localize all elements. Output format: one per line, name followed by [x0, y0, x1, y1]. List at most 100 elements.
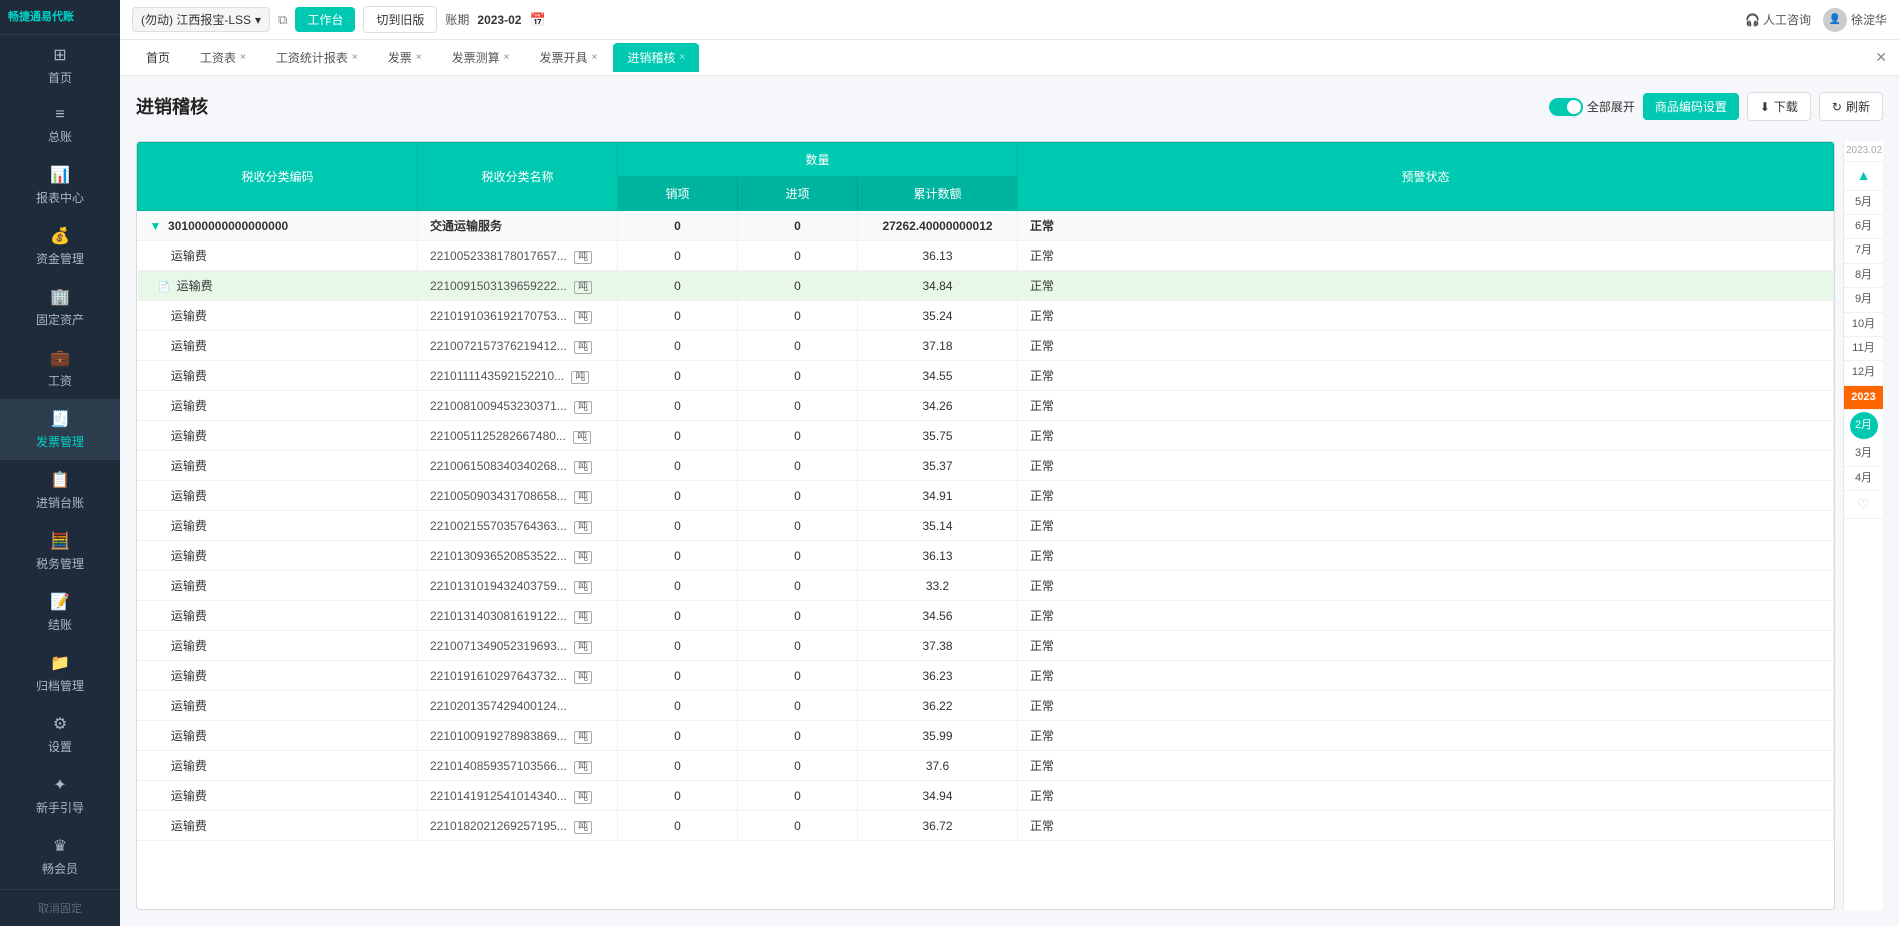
item-status: 正常 [1018, 541, 1834, 571]
sidebar-item-member[interactable]: ♛ 畅会员 [0, 826, 120, 887]
table-row: 运输费 2210071349052319693... 吨 0 0 37.38 正… [138, 631, 1834, 661]
tab-invoice-calc-close[interactable]: × [504, 52, 510, 63]
item-name: 运输费 [138, 391, 418, 421]
item-tag: 吨 [574, 761, 592, 774]
item-code: 2210140859357103566... 吨 [418, 751, 618, 781]
item-purchase: 0 [738, 481, 858, 511]
tab-invoice-open[interactable]: 发票开具 × [525, 43, 611, 72]
table-row: 运输费 2210052338178017657... 吨 0 0 36.13 正… [138, 241, 1834, 271]
item-purchase: 0 [738, 601, 858, 631]
item-code: 2210141912541014340... 吨 [418, 781, 618, 811]
tab-invoice-open-close[interactable]: × [591, 52, 597, 63]
item-code: 2210201357429400124... [418, 691, 618, 721]
item-cumulative: 37.6 [858, 751, 1018, 781]
item-sales: 0 [618, 301, 738, 331]
sidebar-item-payroll[interactable]: 💼 工资 [0, 338, 120, 399]
item-status: 正常 [1018, 751, 1834, 781]
group-status: 正常 [1018, 211, 1834, 241]
sidebar-item-settlement[interactable]: 📝 结账 [0, 582, 120, 643]
item-sales: 0 [618, 571, 738, 601]
sidebar-item-home[interactable]: ⊞ 首页 [0, 35, 120, 96]
period-label: 账期 [445, 11, 469, 28]
table-row: 运输费 2210051125282667480... 吨 0 0 35.75 正… [138, 421, 1834, 451]
item-purchase: 0 [738, 421, 858, 451]
sidebar-unpin[interactable]: 取消固定 [0, 889, 120, 926]
tab-payroll-close[interactable]: × [240, 52, 246, 63]
tab-payroll[interactable]: 工资表 × [186, 43, 260, 72]
item-purchase: 0 [738, 301, 858, 331]
item-status: 正常 [1018, 241, 1834, 271]
right-panel-month-2[interactable]: 2月 [1850, 412, 1878, 440]
item-name: 运输费 [138, 811, 418, 841]
right-panel-month-9[interactable]: 9月 [1844, 288, 1883, 312]
sidebar-item-settings[interactable]: ⚙ 设置 [0, 704, 120, 765]
item-code: 2210191036192170753... 吨 [418, 301, 618, 331]
right-panel-month-6[interactable]: 6月 [1844, 215, 1883, 239]
company-dropdown-icon: ▾ [255, 13, 261, 27]
file-icon[interactable]: 📄 [158, 282, 170, 293]
sidebar-item-guide[interactable]: ✦ 新手引导 [0, 765, 120, 826]
sidebar-label-reports: 报表中心 [36, 189, 84, 206]
sidebar-item-fixed-assets[interactable]: 🏢 固定资产 [0, 277, 120, 338]
item-tag: 吨 [573, 431, 591, 444]
tab-invoice-label: 发票 [388, 49, 412, 66]
right-panel-year-2023[interactable]: 2023 [1844, 386, 1883, 410]
switch-button[interactable]: 切到旧版 [363, 6, 437, 33]
tab-payroll-stats-close[interactable]: × [352, 52, 358, 63]
company-selector[interactable]: (勿动) 江西报宝-LSS ▾ [132, 7, 270, 32]
right-panel-month-7[interactable]: 7月 [1844, 239, 1883, 263]
main-table-container: 税收分类编码 税收分类名称 数量 预警状态 销项 进项 累计数额 [136, 141, 1835, 910]
tab-payroll-stats[interactable]: 工资统计报表 × [262, 43, 372, 72]
item-name: 运输费 [138, 691, 418, 721]
item-cumulative: 37.38 [858, 631, 1018, 661]
item-sales: 0 [618, 421, 738, 451]
workspace-button[interactable]: 工作台 [295, 7, 355, 32]
item-tag: 吨 [574, 491, 592, 504]
right-panel-month-3[interactable]: 3月 [1844, 442, 1883, 466]
sidebar-item-purchase-ledger[interactable]: 📋 进销台账 [0, 460, 120, 521]
item-name: 📄 运输费 [138, 271, 418, 301]
right-panel-month-10[interactable]: 10月 [1844, 313, 1883, 337]
item-tag: 吨 [574, 341, 592, 354]
calendar-icon[interactable]: 📅 [529, 12, 545, 28]
sidebar-item-archive[interactable]: 📁 归档管理 [0, 643, 120, 704]
table-body: ▼ 301000000000000000 交通运输服务 0 0 27262.40… [138, 211, 1834, 841]
sidebar-item-reports[interactable]: 📊 报表中心 [0, 155, 120, 216]
right-panel-month-11[interactable]: 11月 [1844, 337, 1883, 361]
item-tag: 吨 [574, 311, 592, 324]
download-button[interactable]: ⬇ 下载 [1747, 92, 1811, 121]
ledger-icon: ≡ [55, 106, 64, 124]
support-link[interactable]: 🎧 人工咨询 [1745, 11, 1811, 28]
right-panel-month-5[interactable]: 5月 [1844, 191, 1883, 215]
right-panel-month-12[interactable]: 12月 [1844, 361, 1883, 385]
right-panel-month-4[interactable]: 4月 [1844, 467, 1883, 491]
expand-toggle[interactable] [1549, 98, 1583, 116]
refresh-button[interactable]: ↻ 刷新 [1819, 92, 1883, 121]
item-sales: 0 [618, 661, 738, 691]
user-avatar-area[interactable]: 👤 徐淀华 [1823, 8, 1887, 32]
tab-invoice-calc[interactable]: 发票测算 × [438, 43, 524, 72]
tab-invoice-close[interactable]: × [416, 52, 422, 63]
tab-home[interactable]: 首页 [132, 43, 184, 72]
tab-invoice[interactable]: 发票 × [374, 43, 436, 72]
archive-icon: 📁 [50, 653, 70, 673]
sidebar-item-invoice-mgmt[interactable]: 🧾 发票管理 [0, 399, 120, 460]
expand-icon[interactable]: ▼ [150, 219, 162, 233]
item-name: 运输费 [138, 241, 418, 271]
item-status: 正常 [1018, 571, 1834, 601]
sidebar-item-capital[interactable]: 💰 资金管理 [0, 216, 120, 277]
close-all-tabs[interactable]: ✕ [1875, 49, 1887, 66]
copy-icon[interactable]: ⧉ [278, 12, 287, 28]
item-status: 正常 [1018, 661, 1834, 691]
tab-reconcile-close[interactable]: × [679, 52, 685, 63]
sidebar-item-tax[interactable]: 🧮 税务管理 [0, 521, 120, 582]
sidebar-item-ledger[interactable]: ≡ 总账 [0, 96, 120, 155]
tab-reconcile[interactable]: 进销稽核 × [613, 43, 699, 72]
expand-label: 全部展开 [1587, 98, 1635, 115]
right-panel-month-8[interactable]: 8月 [1844, 264, 1883, 288]
settings-button[interactable]: 商品编码设置 [1643, 93, 1739, 120]
right-panel-scroll-up[interactable]: ▲ [1844, 162, 1883, 191]
item-status: 正常 [1018, 691, 1834, 721]
topbar: (勿动) 江西报宝-LSS ▾ ⧉ 工作台 切到旧版 账期 2023-02 📅 … [120, 0, 1899, 40]
capital-icon: 💰 [50, 226, 70, 246]
